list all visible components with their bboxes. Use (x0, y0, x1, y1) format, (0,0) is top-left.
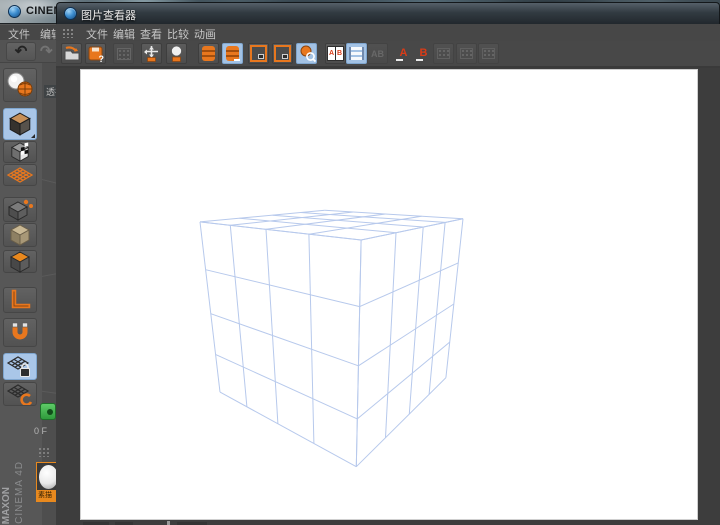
status-strip (81, 521, 281, 525)
extra-tool-3-button[interactable] (478, 43, 499, 64)
desktop: CINEMA 文件 编辑 ↶ ↷ 透 0 F 素描 MAXON CINEMA 4… (0, 0, 720, 525)
histogram-button[interactable] (198, 43, 219, 64)
magnet-icon (12, 322, 28, 339)
panel-grid-icon[interactable] (62, 28, 75, 38)
brand-cinema4d: CINEMA 4D (14, 461, 25, 524)
plain-cube-icon (9, 224, 31, 246)
redo-icon: ↷ (40, 43, 53, 60)
workplane-lock-icon (6, 356, 30, 377)
filmstrip-icon (349, 47, 364, 60)
undo-button[interactable]: ↶ (6, 42, 36, 61)
render-sphere-icon (7, 72, 33, 97)
ab-split-icon: A B (327, 46, 344, 61)
ab-sequence-button[interactable]: AB (367, 43, 388, 64)
picture-viewer-title: 图片查看器 (81, 10, 136, 22)
pv-menu-edit[interactable]: 编辑 (113, 26, 135, 42)
histogram-alt-button[interactable] (222, 43, 243, 64)
fit-screen-icon (274, 45, 291, 62)
instance-cube-icon (7, 199, 33, 221)
flyout-indicator (31, 134, 35, 138)
histogram-icon (202, 46, 215, 61)
pv-menu-file[interactable]: 文件 (86, 26, 108, 42)
set-b-button[interactable]: B (413, 43, 434, 64)
pan-tool-button[interactable] (141, 43, 162, 64)
animation-play-toggle[interactable] (40, 403, 56, 420)
open-image-button[interactable] (61, 43, 82, 64)
orange-top-cube-icon (9, 250, 31, 273)
picture-viewer-content (56, 68, 720, 525)
zoom-tool-button[interactable] (166, 43, 187, 64)
render-view-button[interactable] (3, 68, 37, 102)
cinema4d-logo-icon (8, 5, 21, 18)
axis-tool-button[interactable] (3, 287, 37, 313)
layout-grid-button[interactable] (113, 43, 134, 64)
save-badge: ? (98, 54, 105, 64)
panel-grip-icon[interactable] (38, 447, 51, 457)
snap-grid-button[interactable] (3, 382, 37, 406)
zoom-100-icon (300, 45, 316, 62)
frame-counter: 0 F (34, 426, 48, 436)
plain-cube-button[interactable] (3, 223, 37, 247)
channel-a-icon: A (399, 47, 408, 59)
cube-icon (9, 112, 31, 136)
pv-menu-view[interactable]: 查看 (140, 26, 162, 42)
layout-grid-icon (116, 47, 131, 60)
picture-viewer-toolbar: ? A B AB A B (56, 41, 720, 68)
picture-viewer-window: 图片查看器 文件 编辑 查看 比较 动画 ? A B AB A B (56, 2, 720, 525)
redo-button[interactable]: ↷ (40, 43, 53, 61)
minus-badge (234, 59, 240, 61)
array-button[interactable] (3, 164, 37, 186)
extra-tool-3-icon (482, 48, 495, 59)
open-folder-icon (64, 45, 79, 60)
fit-image-icon (250, 45, 267, 62)
extra-tool-2-button[interactable] (456, 43, 477, 64)
snap-magnet-button[interactable] (3, 318, 37, 347)
fit-screen-button[interactable] (272, 43, 293, 64)
pv-menu-anim[interactable]: 动画 (194, 26, 216, 42)
picture-viewer-titlebar[interactable]: 图片查看器 (56, 2, 720, 24)
checker-cube-icon (10, 142, 30, 162)
undo-icon: ↶ (14, 43, 28, 60)
lock-grid-button[interactable] (3, 353, 37, 380)
brand-watermark: MAXON CINEMA 4D (1, 420, 27, 524)
instance-cube-button[interactable] (3, 197, 37, 222)
zoom-ball-icon (171, 45, 182, 62)
fit-image-button[interactable] (248, 43, 269, 64)
pan-arrows-icon (144, 46, 158, 62)
compare-ab-button[interactable]: A B (325, 43, 346, 64)
toggle-dot (47, 409, 53, 415)
checker-cube-button[interactable] (3, 141, 37, 163)
channel-b-icon: B (419, 47, 428, 59)
render-canvas[interactable] (81, 70, 697, 519)
ab-sequence-icon: AB (371, 48, 384, 59)
filmstrip-button[interactable] (346, 43, 367, 64)
picture-viewer-icon (64, 7, 77, 20)
array-grid-icon (6, 167, 34, 183)
set-a-button[interactable]: A (393, 43, 414, 64)
add-cube-button[interactable] (3, 108, 37, 140)
picture-viewer-menubar: 文件 编辑 查看 比较 动画 (56, 24, 720, 41)
axis-l-icon (11, 289, 31, 309)
status-tick (167, 521, 170, 525)
extra-tool-1-button[interactable] (433, 43, 454, 64)
pv-menu-compare[interactable]: 比较 (167, 26, 189, 42)
brand-maxon: MAXON (1, 486, 12, 524)
extra-tool-2-icon (460, 48, 473, 59)
extra-tool-1-icon (437, 48, 450, 59)
zoom-100-button[interactable] (296, 43, 317, 64)
save-image-button[interactable]: ? (85, 43, 106, 64)
orange-top-cube-button[interactable] (3, 250, 37, 273)
cube-wireframe (199, 209, 464, 468)
workplane-snap-icon (6, 383, 33, 405)
